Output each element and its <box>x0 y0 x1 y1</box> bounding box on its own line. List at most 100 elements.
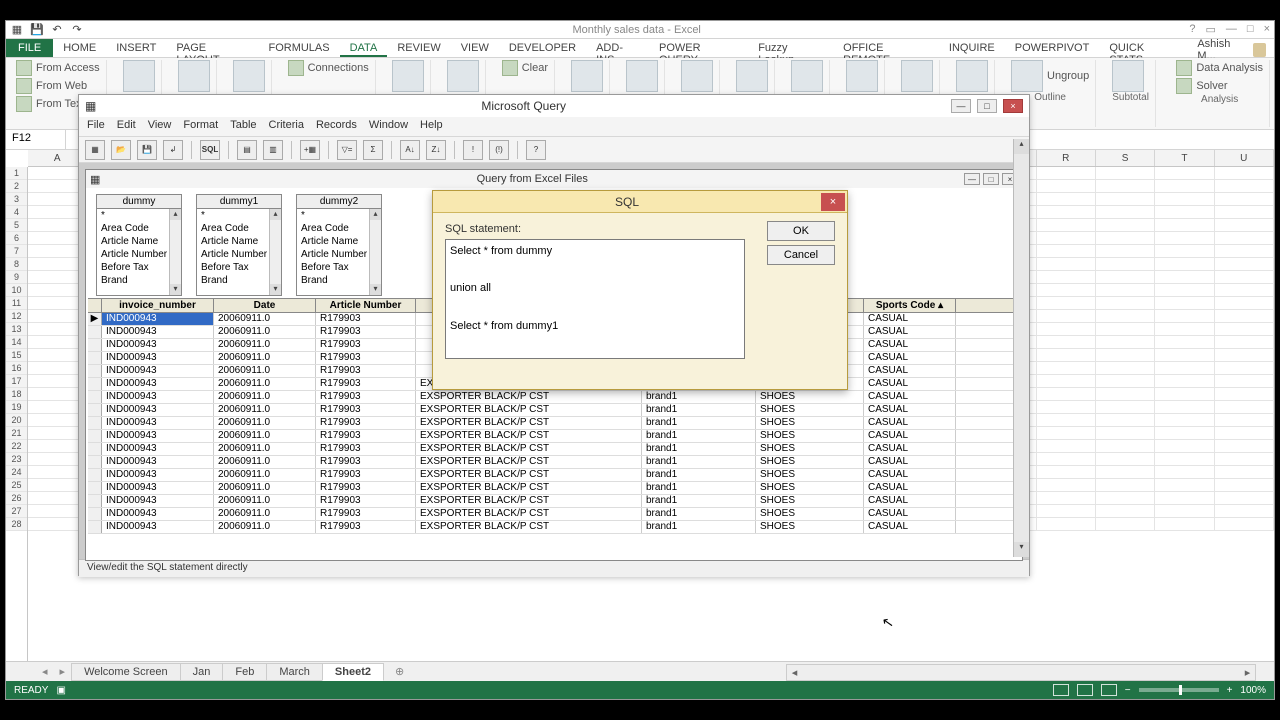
row-header[interactable]: 19 <box>6 401 27 414</box>
filter-button[interactable] <box>447 60 479 92</box>
menu-criteria[interactable]: Criteria <box>269 119 304 134</box>
ribbon-tab-data[interactable]: DATA <box>340 39 388 57</box>
sheet-tab[interactable]: March <box>266 663 323 681</box>
table-row[interactable]: IND00094320060911.0R179903EXSPORTER BLAC… <box>88 430 1020 443</box>
zoom-slider[interactable] <box>1139 688 1219 692</box>
row-header[interactable]: 4 <box>6 206 27 219</box>
from-web-button[interactable]: From Web <box>16 78 100 94</box>
row-header[interactable]: 20 <box>6 414 27 427</box>
data-analysis-button[interactable]: Data Analysis <box>1176 60 1263 76</box>
menu-table[interactable]: Table <box>230 119 256 134</box>
row-header[interactable]: 22 <box>6 440 27 453</box>
table-row[interactable]: IND00094320060911.0R179903EXSPORTER BLAC… <box>88 495 1020 508</box>
table-row[interactable]: IND00094320060911.0R179903EXSPORTER BLAC… <box>88 404 1020 417</box>
macro-record-icon[interactable]: ▣ <box>56 685 65 696</box>
table-row[interactable]: IND00094320060911.0R179903EXSPORTER BLAC… <box>88 443 1020 456</box>
criteria-equals-button[interactable]: ▽= <box>337 140 357 160</box>
ribbon-collapse-icon[interactable]: ▭ <box>1206 23 1216 36</box>
data-validation-button[interactable] <box>736 60 768 92</box>
return-data-button[interactable]: ↲ <box>163 140 183 160</box>
existing-connections-button[interactable] <box>178 60 210 92</box>
child-maximize-icon[interactable]: □ <box>983 173 999 185</box>
row-header[interactable]: 21 <box>6 427 27 440</box>
remove-duplicates-button[interactable] <box>681 60 713 92</box>
msquery-minimize-icon[interactable]: — <box>951 99 971 113</box>
ribbon-tab-page-layout[interactable]: PAGE LAYOUT <box>166 39 258 57</box>
ribbon-tab-power-query[interactable]: POWER QUERY <box>649 39 748 57</box>
ribbon-tab-insert[interactable]: INSERT <box>106 39 166 57</box>
add-tables-button[interactable]: +▦ <box>300 140 320 160</box>
open-query-button[interactable]: 📂 <box>111 140 131 160</box>
new-query-button[interactable]: ▦ <box>85 140 105 160</box>
auto-query-button[interactable]: (!) <box>489 140 509 160</box>
row-header[interactable]: 12 <box>6 310 27 323</box>
row-header[interactable]: 3 <box>6 193 27 206</box>
msquery-maximize-icon[interactable]: □ <box>977 99 997 113</box>
ribbon-tab-home[interactable]: HOME <box>53 39 106 57</box>
ungroup-button[interactable] <box>1011 60 1043 92</box>
row-header[interactable]: 15 <box>6 349 27 362</box>
table-box[interactable]: dummy2*Area CodeArticle NameArticle Numb… <box>296 194 382 296</box>
zoom-in-icon[interactable]: + <box>1227 685 1233 696</box>
scroll-left-icon[interactable]: ◂ <box>787 666 802 679</box>
row-header[interactable]: 28 <box>6 518 27 531</box>
relationships-button[interactable] <box>901 60 933 92</box>
connections-button[interactable]: Connections <box>288 60 369 76</box>
group-button[interactable] <box>956 60 988 92</box>
consolidate-button[interactable] <box>791 60 823 92</box>
row-header[interactable]: 27 <box>6 505 27 518</box>
ribbon-tab-add-ins[interactable]: ADD-INS <box>586 39 649 57</box>
ribbon-tab-office-remote[interactable]: OFFICE REMOTE <box>833 39 939 57</box>
show-tables-button[interactable]: ▤ <box>237 140 257 160</box>
ok-button[interactable]: OK <box>767 221 835 241</box>
ribbon-tab-powerpivot[interactable]: POWERPIVOT <box>1005 39 1100 57</box>
row-header[interactable]: 18 <box>6 388 27 401</box>
show-criteria-button[interactable]: ▥ <box>263 140 283 160</box>
scroll-right-icon[interactable]: ▸ <box>1240 666 1255 679</box>
table-box[interactable]: dummy*Area CodeArticle NameArticle Numbe… <box>96 194 182 296</box>
row-header[interactable]: 14 <box>6 336 27 349</box>
help-button[interactable]: ? <box>526 140 546 160</box>
ribbon-tab-formulas[interactable]: FORMULAS <box>258 39 339 57</box>
sheet-tab[interactable]: Welcome Screen <box>71 663 181 681</box>
help-icon[interactable]: ? <box>1189 23 1195 36</box>
row-header[interactable]: 26 <box>6 492 27 505</box>
grid-column-header[interactable]: Sports Code ▴ <box>864 299 956 312</box>
menu-edit[interactable]: Edit <box>117 119 136 134</box>
ribbon-tab-developer[interactable]: DEVELOPER <box>499 39 586 57</box>
solver-button[interactable]: Solver <box>1176 78 1263 94</box>
msquery-titlebar[interactable]: ▦ Microsoft Query — □ × <box>79 95 1029 117</box>
sort-asc-button[interactable]: A↓ <box>400 140 420 160</box>
name-box[interactable]: F12 <box>6 130 66 149</box>
account-menu[interactable]: Ashish M... <box>1187 39 1274 57</box>
sheet-tab[interactable]: Jan <box>180 663 224 681</box>
sheet-tab[interactable]: Sheet2 <box>322 663 384 681</box>
save-query-button[interactable]: 💾 <box>137 140 157 160</box>
from-access-button[interactable]: From Access <box>16 60 100 76</box>
sql-dialog-titlebar[interactable]: SQL × <box>433 191 847 213</box>
scroll-up-icon[interactable]: ▴ <box>1014 139 1029 154</box>
add-sheet-button[interactable]: ⊕ <box>383 663 416 680</box>
sort-desc-button[interactable]: Z↓ <box>426 140 446 160</box>
row-header[interactable]: 5 <box>6 219 27 232</box>
sql-statement-input[interactable] <box>445 239 745 359</box>
cancel-button[interactable]: Cancel <box>767 245 835 265</box>
col-header[interactable]: T <box>1155 150 1214 166</box>
text-to-columns-button[interactable] <box>571 60 603 92</box>
table-box[interactable]: dummy1*Area CodeArticle NameArticle Numb… <box>196 194 282 296</box>
close-icon[interactable]: × <box>1264 23 1270 36</box>
msquery-vscroll[interactable]: ▴ ▾ <box>1013 139 1029 557</box>
table-row[interactable]: IND00094320060911.0R179903EXSPORTER BLAC… <box>88 508 1020 521</box>
row-header[interactable]: 24 <box>6 466 27 479</box>
clear-button[interactable]: Clear <box>502 60 548 76</box>
table-row[interactable]: IND00094320060911.0R179903EXSPORTER BLAC… <box>88 417 1020 430</box>
menu-format[interactable]: Format <box>183 119 218 134</box>
grid-column-header[interactable]: invoice_number <box>102 299 214 312</box>
menu-help[interactable]: Help <box>420 119 443 134</box>
sheet-nav-prev[interactable]: ◂ <box>36 665 54 678</box>
subtotal-button[interactable] <box>1112 60 1144 92</box>
row-header[interactable]: 2 <box>6 180 27 193</box>
horizontal-scrollbar[interactable]: ◂ ▸ <box>786 664 1256 681</box>
save-icon[interactable]: 💾 <box>30 23 44 37</box>
row-header[interactable]: 9 <box>6 271 27 284</box>
